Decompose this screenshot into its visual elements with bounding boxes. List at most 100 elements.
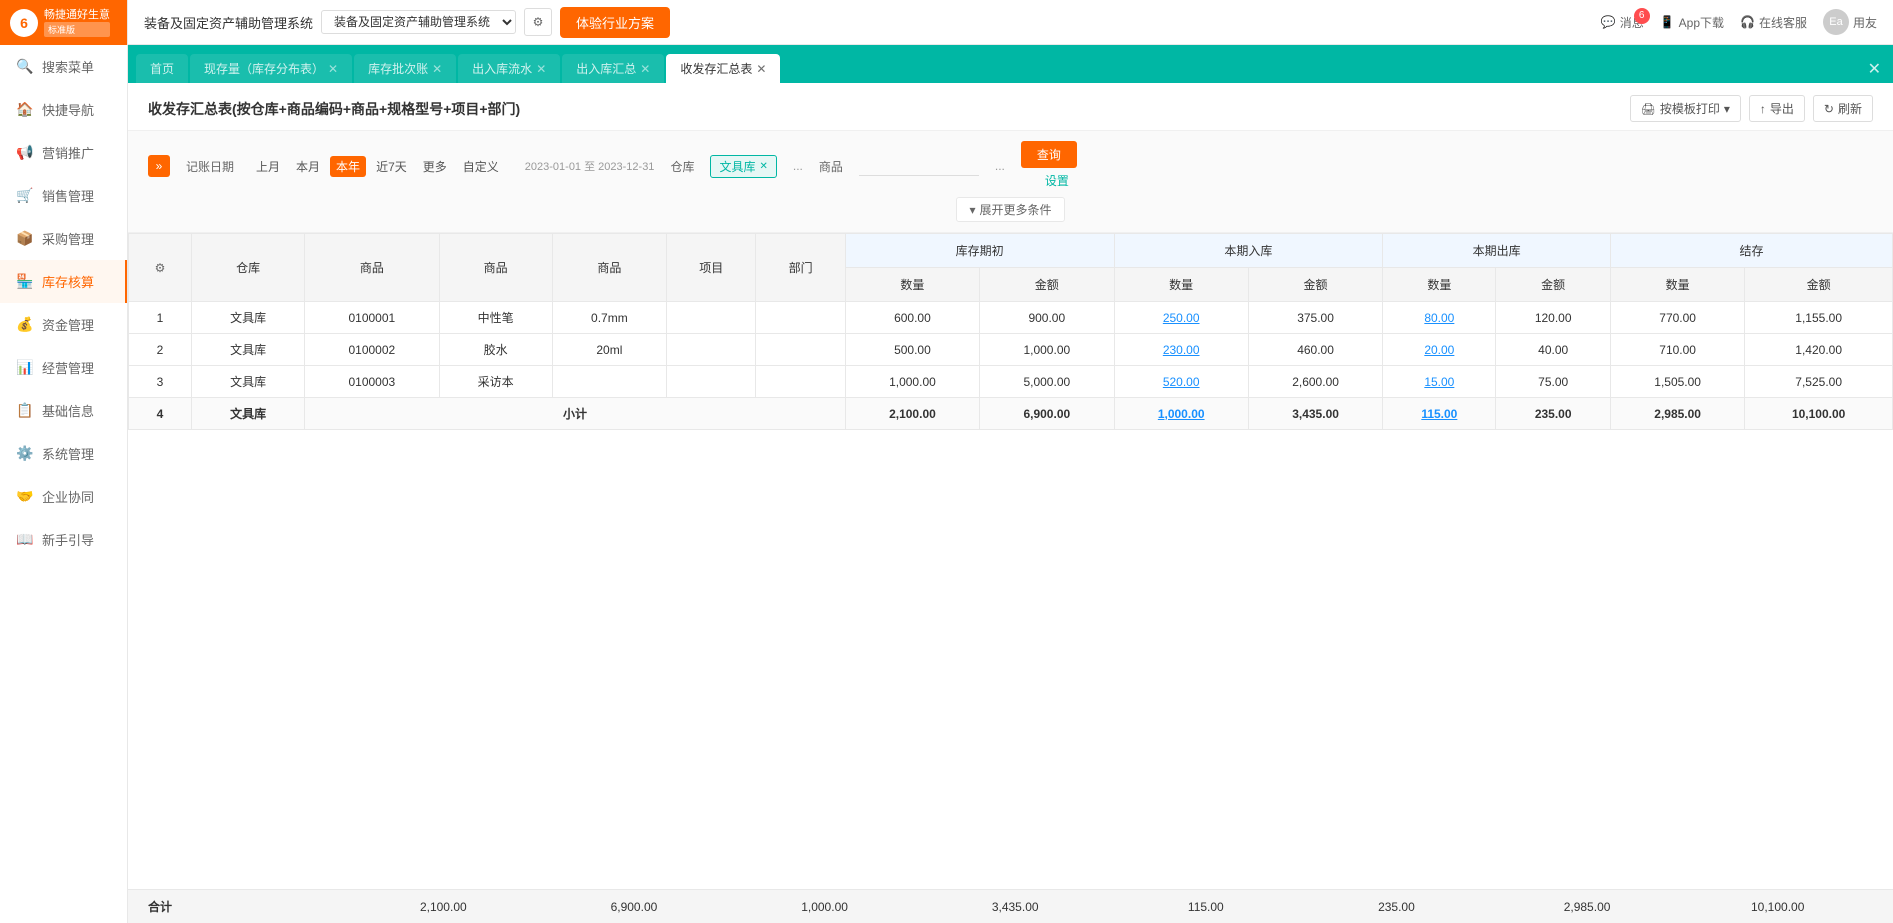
table-row: 2 文具库 0100002 胶水 20ml 500.00 1,000.00 23… [129,334,1893,366]
tab-close-batch-account[interactable]: ✕ [432,62,442,76]
filter-expand-button[interactable]: » [148,155,170,177]
subtotal-in-amt: 3,435.00 [1248,398,1382,430]
cell-balance-qty: 1,505.00 [1610,366,1744,398]
sidebar-item-marketing[interactable]: 📢 营销推广 [0,131,127,174]
sidebar-item-quick-nav[interactable]: 🏠 快捷导航 [0,88,127,131]
handshake-icon: 🤝 [16,488,34,505]
col-spec: 商品 [552,234,666,302]
tab-home[interactable]: 首页 [136,54,188,83]
cell-warehouse: 文具库 [192,366,305,398]
col-in-amt: 金额 [1248,268,1382,302]
col-name: 商品 [439,234,552,302]
message-button[interactable]: 💬 消息 6 [1601,14,1644,31]
cell-project [667,334,756,366]
table-row: 3 文具库 0100003 采访本 1,000.00 5,000.00 520.… [129,366,1893,398]
col-opening-amt: 金额 [980,268,1114,302]
goods-filter-input[interactable] [859,157,979,176]
tab-collect-summary[interactable]: 收发存汇总表 ✕ [666,54,780,83]
cell-opening-qty: 1,000.00 [845,366,979,398]
table-wrapper: ⚙ 仓库 商品 商品 商品 项目 部门 库存期初 本期入库 本期出库 结存 [128,233,1893,490]
online-service-button[interactable]: 🎧 在线客服 [1740,14,1807,31]
shortcut-this-month[interactable]: 本月 [290,156,326,177]
cell-out-qty[interactable]: 80.00 [1383,302,1496,334]
tab-close-in-out-summary[interactable]: ✕ [640,62,650,76]
settings-button[interactable]: 设置 [1037,170,1077,191]
close-all-tabs-button[interactable]: ✕ [1864,55,1885,83]
shortcut-last-month[interactable]: 上月 [250,156,286,177]
shortcut-custom[interactable]: 自定义 [457,156,505,177]
tab-close-collect-summary[interactable]: ✕ [756,62,766,76]
shortcut-more[interactable]: 更多 [417,156,453,177]
shortcut-7days[interactable]: 近7天 [370,156,413,177]
sidebar: 6 畅捷通好生意 标准版 🔍 搜索菜单 🏠 快捷导航 📢 营销推广 🛒 销售管理… [0,0,128,923]
experience-button[interactable]: 体验行业方案 [560,7,670,38]
col-group-out: 本期出库 [1383,234,1611,268]
subtotal-balance-qty: 2,985.00 [1610,398,1744,430]
tab-close-inventory-dist[interactable]: ✕ [328,62,338,76]
subtotal-seq: 4 [129,398,192,430]
sidebar-item-system[interactable]: ⚙️ 系统管理 [0,432,127,475]
sidebar-item-search[interactable]: 🔍 搜索菜单 [0,45,127,88]
tab-batch-account[interactable]: 库存批次账 ✕ [354,54,456,83]
col-group-in: 本期入库 [1114,234,1383,268]
col-warehouse: 仓库 [192,234,305,302]
page-title: 收发存汇总表(按仓库+商品编码+商品+规格型号+项目+部门) [148,99,520,119]
col-group-opening: 库存期初 [845,234,1114,268]
col-group-balance: 结存 [1610,234,1892,268]
tab-in-out-flow[interactable]: 出入库流水 ✕ [458,54,560,83]
money-icon: 💰 [16,316,34,333]
megaphone-icon: 📢 [16,144,34,161]
query-button[interactable]: 查询 [1021,141,1077,168]
tab-close-in-out-flow[interactable]: ✕ [536,62,546,76]
print-button[interactable]: 🖨 按模板打印 ▾ [1630,95,1741,122]
settings-gear-button[interactable]: ⚙ [524,8,552,36]
cell-code: 0100003 [305,366,439,398]
warehouse-filter-more[interactable]: ... [793,159,803,173]
system-select[interactable]: 装备及固定资产辅助管理系统 [321,10,516,34]
cell-balance-qty: 710.00 [1610,334,1744,366]
app-download-button[interactable]: 📱 App下载 [1660,14,1724,31]
sidebar-item-inventory[interactable]: 🏪 库存核算 [0,260,127,303]
footer-opening-amt: 6,900.00 [539,900,730,914]
cell-spec: 20ml [552,334,666,366]
subtotal-out-amt: 235.00 [1496,398,1611,430]
sidebar-item-collab[interactable]: 🤝 企业协同 [0,475,127,518]
cell-out-qty[interactable]: 15.00 [1383,366,1496,398]
sidebar-item-purchase[interactable]: 📦 采购管理 [0,217,127,260]
cell-in-qty[interactable]: 230.00 [1114,334,1248,366]
cell-seq: 1 [129,302,192,334]
warehouse-tag-close-button[interactable]: ✕ [759,161,767,172]
cell-out-qty[interactable]: 20.00 [1383,334,1496,366]
cell-in-qty[interactable]: 250.00 [1114,302,1248,334]
box-icon: 📦 [16,230,34,247]
goods-filter-more[interactable]: ... [995,159,1005,173]
cell-in-qty[interactable]: 520.00 [1114,366,1248,398]
sidebar-item-finance[interactable]: 💰 资金管理 [0,303,127,346]
sidebar-item-operations[interactable]: 📊 经营管理 [0,346,127,389]
sidebar-item-guide[interactable]: 📖 新手引导 [0,518,127,561]
col-settings[interactable]: ⚙ [129,234,192,302]
tab-bar: 首页 现存量（库存分布表） ✕ 库存批次账 ✕ 出入库流水 ✕ 出入库汇总 ✕ … [128,45,1893,83]
export-button[interactable]: ↑ 导出 [1749,95,1805,122]
expand-more-conditions-button[interactable]: ▾ 展开更多条件 [956,197,1064,222]
sidebar-item-sales[interactable]: 🛒 销售管理 [0,174,127,217]
warehouse-tag: 文具库 ✕ [710,155,776,178]
col-balance-amt: 金额 [1745,268,1893,302]
book-icon: 📖 [16,531,34,548]
footer-balance-qty: 2,985.00 [1492,900,1683,914]
logo-icon: 6 [10,9,38,37]
tab-in-out-summary[interactable]: 出入库汇总 ✕ [562,54,664,83]
list-icon: 📋 [16,402,34,419]
footer-total-label: 合计 [148,900,172,914]
page-inner: 收发存汇总表(按仓库+商品编码+商品+规格型号+项目+部门) 🖨 按模板打印 ▾… [128,83,1893,923]
shortcut-this-year[interactable]: 本年 [330,156,366,177]
footer-balance-amt: 10,100.00 [1682,900,1873,914]
tab-inventory-dist[interactable]: 现存量（库存分布表） ✕ [190,54,352,83]
refresh-button[interactable]: ↻ 刷新 [1813,95,1873,122]
footer-out-qty: 115.00 [1111,900,1302,914]
main-content: 装备及固定资产辅助管理系统 装备及固定资产辅助管理系统 ⚙ 体验行业方案 💬 消… [128,0,1893,923]
subtotal-out-qty: 115.00 [1383,398,1496,430]
user-menu[interactable]: Ea 用友 [1823,9,1877,35]
sidebar-item-basic[interactable]: 📋 基础信息 [0,389,127,432]
cell-warehouse: 文具库 [192,302,305,334]
